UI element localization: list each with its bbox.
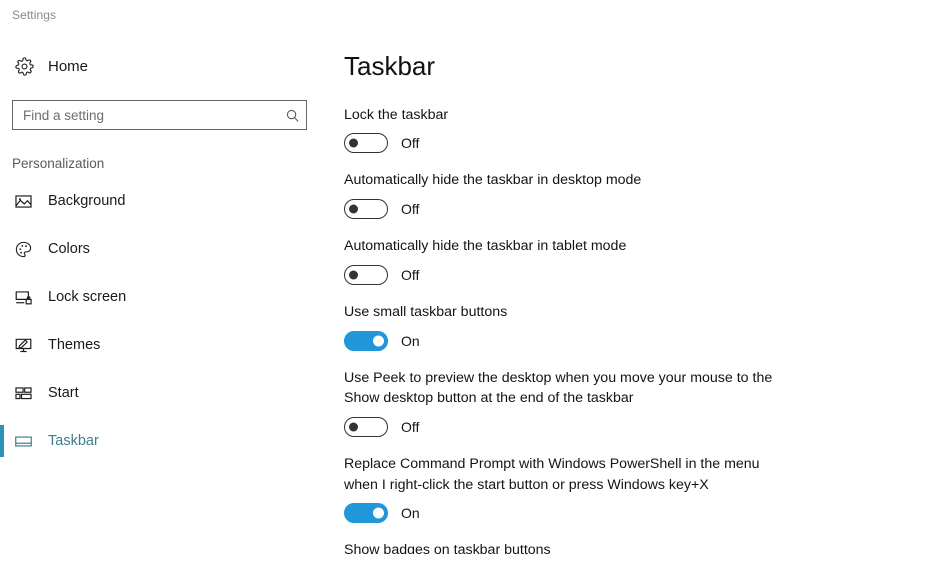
sidebar-item-lock-screen-label: Lock screen [48,289,127,305]
toggle-row: Off [344,133,920,154]
setting-label: Automatically hide the taskbar in deskto… [344,172,642,189]
search-box[interactable] [12,100,307,130]
toggle-state-label: Off [401,201,420,218]
setting-label: Automatically hide the taskbar in tablet… [344,238,627,255]
toggle-state-label: Off [401,266,420,283]
toggle-auto-hide-tablet-mode[interactable] [344,264,388,285]
toggle-use-small-taskbar-buttons[interactable] [344,330,388,351]
sidebar-item-lock-screen[interactable]: Lock screen [0,273,335,321]
toggle-auto-hide-desktop-mode[interactable] [344,199,388,220]
sidebar-item-taskbar-label: Taskbar [48,433,99,449]
setting-label: Use small taskbar buttons [344,303,508,320]
window-title-bar: Settings [0,0,944,30]
toggle-state-label: Off [401,135,420,152]
setting-replace-command-prompt: Replace Command Prompt with Windows Powe… [344,454,920,524]
toggle-row: On [344,330,920,351]
toggle-state-label: Off [401,419,420,435]
lock-screen-icon [12,286,34,308]
search-icon[interactable] [278,101,306,129]
setting-label: Replace Command Prompt with Windows Powe… [344,456,760,493]
palette-icon [12,238,34,260]
sidebar-item-colors-label: Colors [48,241,90,257]
toggle-row: Off [344,264,920,285]
sidebar-item-background-label: Background [48,193,126,209]
search-input[interactable] [13,101,278,129]
toggle-replace-command-prompt[interactable] [344,503,388,524]
toggle-row: Off [344,199,920,220]
toggle-knob [349,270,358,280]
sidebar-item-home-label: Home [48,57,89,75]
setting-auto-hide-desktop-mode: Automatically hide the taskbar in deskto… [344,170,920,220]
page-title: Taskbar [344,51,436,81]
sidebar-item-background[interactable]: Background [0,177,335,225]
setting-use-small-taskbar-buttons: Use small taskbar buttons On [344,302,920,351]
window-title: Settings [12,8,57,22]
gear-icon [12,54,36,78]
main-content: Taskbar Lock the taskbar Off Automatical… [335,30,944,567]
sidebar-section-title: Personalization [12,156,105,171]
toggle-row: On [344,503,920,524]
image-icon [12,190,34,212]
app-shell: Home Personalization [0,30,944,567]
toggle-lock-the-taskbar[interactable] [344,133,388,154]
toggle-knob [373,335,384,347]
toggle-knob [373,507,384,519]
toggle-knob [349,138,358,148]
setting-auto-hide-tablet-mode: Automatically hide the taskbar in tablet… [344,236,920,285]
toggle-knob [349,204,358,214]
setting-use-peek: Use Peek to preview the desktop when you… [344,368,920,437]
setting-label: Show badges on taskbar buttons [344,542,551,555]
toggle-row: Off [344,417,920,437]
toggle-use-peek[interactable] [344,417,388,437]
sidebar-item-colors[interactable]: Colors [0,225,335,273]
sidebar-nav-list: Background Colors Lock screen Themes Sta… [0,177,335,465]
sidebar-item-start-label: Start [48,385,79,401]
toggle-state-label: On [401,332,420,349]
sidebar-item-themes[interactable]: Themes [0,321,335,369]
sidebar-item-themes-label: Themes [48,337,101,353]
start-grid-icon [12,382,34,404]
sidebar-item-taskbar[interactable]: Taskbar [0,417,335,465]
sidebar-item-start[interactable]: Start [0,369,335,417]
sidebar: Home Personalization [0,30,335,567]
toggle-state-label: On [401,505,420,522]
setting-lock-the-taskbar: Lock the taskbar Off [344,105,920,154]
setting-label: Use Peek to preview the desktop when you… [344,369,773,407]
setting-partially-visible: Show badges on taskbar buttons [344,540,920,554]
setting-label: Lock the taskbar [344,106,449,123]
themes-icon [12,334,34,356]
taskbar-icon [12,430,34,452]
toggle-knob [349,422,358,432]
sidebar-item-home[interactable]: Home [0,46,335,86]
